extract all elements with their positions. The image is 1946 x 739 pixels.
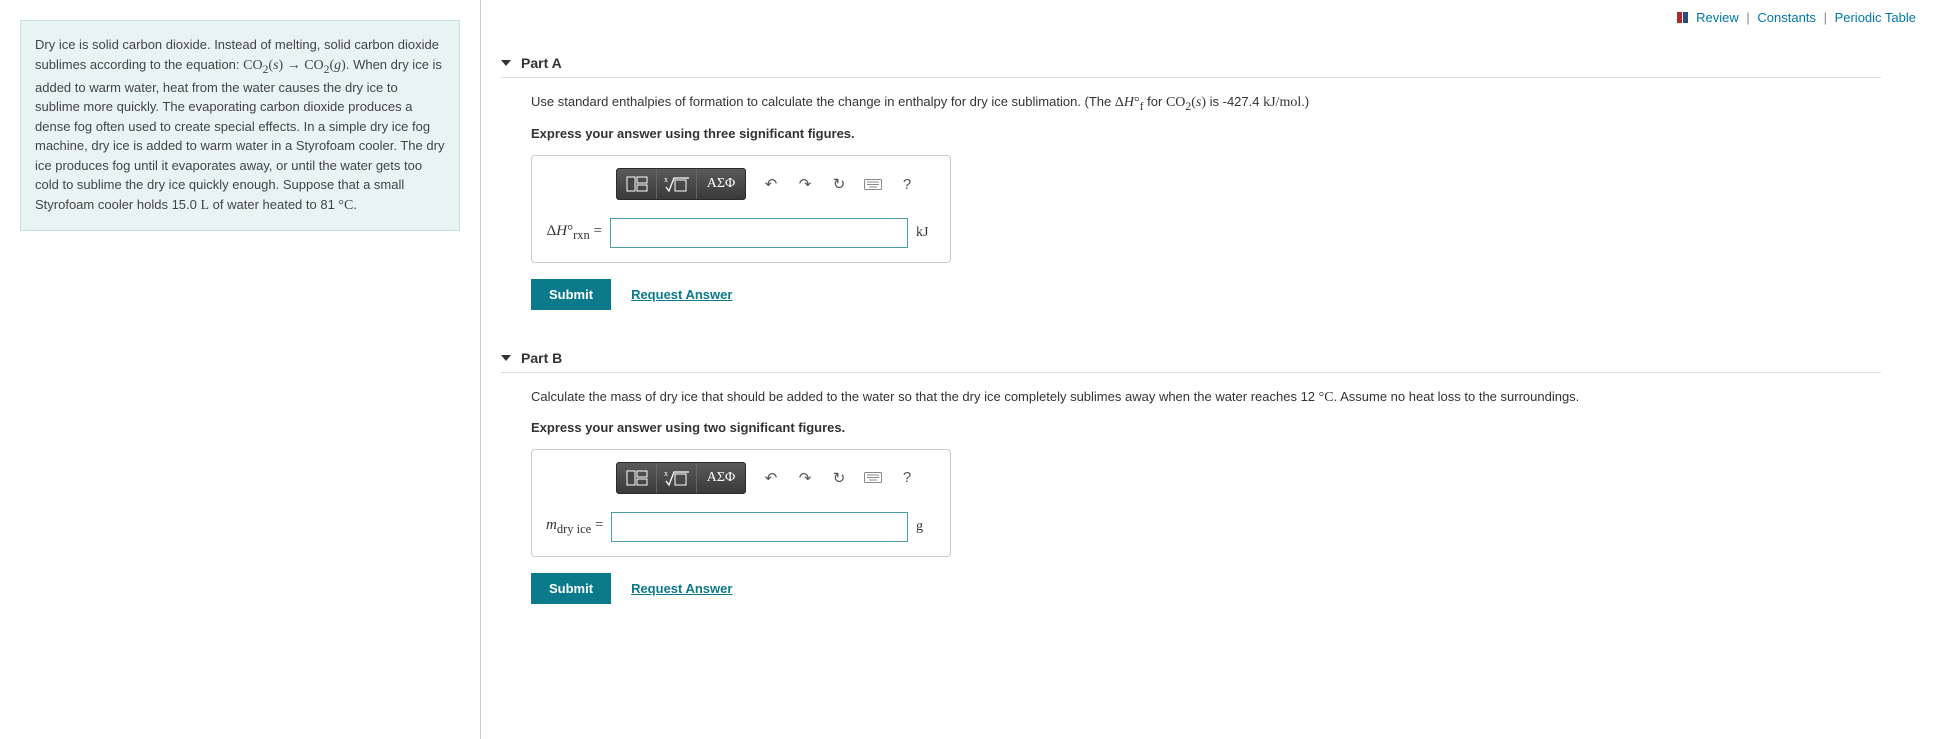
sqrt-button[interactable]: x	[657, 463, 697, 493]
intro-text: Dry ice is solid carbon dioxide. Instead…	[35, 37, 444, 212]
part-b-request-answer-link[interactable]: Request Answer	[631, 581, 732, 596]
part-b-prompt: Calculate the mass of dry ice that shoul…	[531, 387, 1881, 409]
part-b-submit-button[interactable]: Submit	[531, 573, 611, 604]
reset-button[interactable]: ↻	[822, 169, 856, 199]
part-a-answer-box: x ΑΣΦ ↶ ↷ ↻ ?	[531, 155, 951, 263]
undo-button[interactable]: ↶	[754, 169, 788, 199]
part-a-unit: kJ	[916, 225, 936, 241]
templates-button[interactable]	[617, 463, 657, 493]
templates-button[interactable]	[617, 169, 657, 199]
part-b-header[interactable]: Part B	[501, 350, 1881, 373]
svg-text:x: x	[664, 469, 668, 478]
redo-button[interactable]: ↷	[788, 463, 822, 493]
part-a-submit-button[interactable]: Submit	[531, 279, 611, 310]
book-icon	[1677, 11, 1689, 26]
part-b-unit: g	[916, 519, 936, 535]
sqrt-button[interactable]: x	[657, 169, 697, 199]
part-b-variable-label: mdry ice =	[546, 517, 603, 537]
part-b-answer-box: x ΑΣΦ ↶ ↷ ↻ ?	[531, 449, 951, 557]
part-a-header[interactable]: Part A	[501, 55, 1881, 78]
part-a-variable-label: ΔH°rxn =	[546, 223, 602, 243]
greek-button[interactable]: ΑΣΦ	[697, 169, 745, 199]
part-a-prompt: Use standard enthalpies of formation to …	[531, 92, 1881, 116]
part-b-instruction: Express your answer using two significan…	[531, 420, 1881, 435]
top-links: Review | Constants | Periodic Table	[1677, 10, 1917, 26]
greek-button[interactable]: ΑΣΦ	[697, 463, 745, 493]
redo-button[interactable]: ↷	[788, 169, 822, 199]
keyboard-button[interactable]	[856, 169, 890, 199]
review-link[interactable]: Review	[1696, 10, 1739, 25]
part-a-request-answer-link[interactable]: Request Answer	[631, 287, 732, 302]
part-b-toolbar: x ΑΣΦ ↶ ↷ ↻ ?	[616, 462, 936, 494]
keyboard-button[interactable]	[856, 463, 890, 493]
part-a-title: Part A	[521, 55, 562, 71]
help-button[interactable]: ?	[890, 169, 924, 199]
part-a-toolbar: x ΑΣΦ ↶ ↷ ↻ ?	[616, 168, 936, 200]
reset-button[interactable]: ↻	[822, 463, 856, 493]
periodic-table-link[interactable]: Periodic Table	[1835, 10, 1916, 25]
undo-button[interactable]: ↶	[754, 463, 788, 493]
part-b-answer-input[interactable]	[611, 512, 908, 542]
svg-text:x: x	[664, 175, 668, 184]
caret-down-icon	[501, 60, 511, 66]
part-b-title: Part B	[521, 350, 562, 366]
part-a-instruction: Express your answer using three signific…	[531, 126, 1881, 141]
part-a-answer-input[interactable]	[610, 218, 908, 248]
problem-introduction: Dry ice is solid carbon dioxide. Instead…	[20, 20, 460, 231]
help-button[interactable]: ?	[890, 463, 924, 493]
constants-link[interactable]: Constants	[1757, 10, 1816, 25]
caret-down-icon	[501, 355, 511, 361]
